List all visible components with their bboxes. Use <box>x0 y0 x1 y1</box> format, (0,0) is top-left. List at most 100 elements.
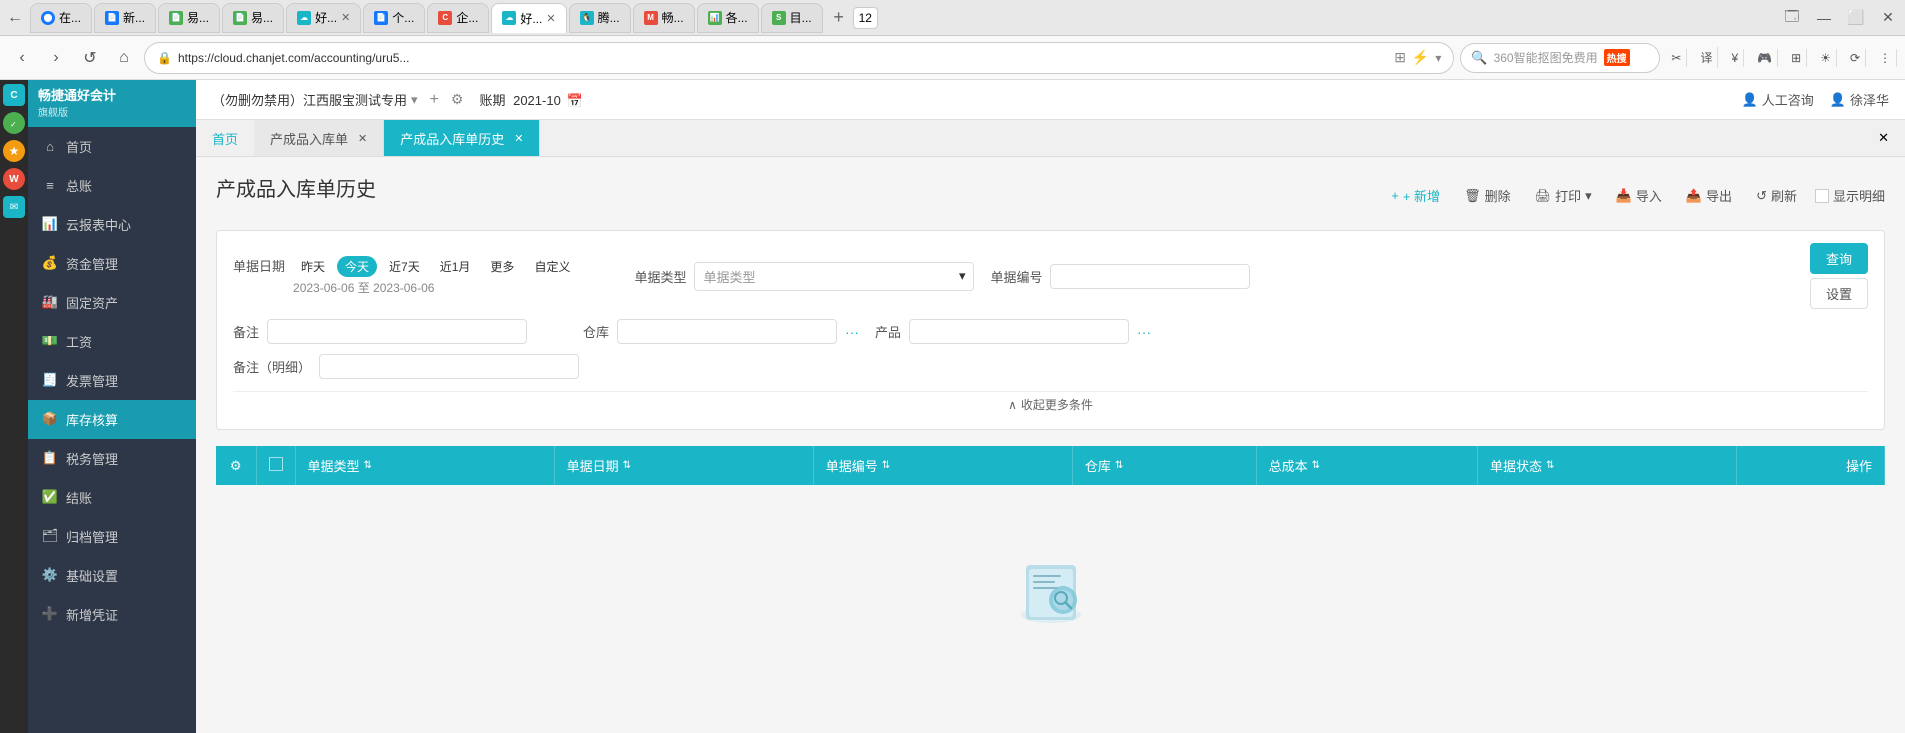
tab-6[interactable]: 📄 个... <box>363 3 425 33</box>
currency-tool[interactable]: ¥ <box>1726 49 1744 67</box>
user-avatar[interactable]: 👤 徐泽华 <box>1830 90 1889 109</box>
close-btn[interactable]: ✕ <box>1875 5 1901 31</box>
remark-input[interactable] <box>267 319 527 344</box>
scissors-tool[interactable]: ✂ <box>1666 49 1687 67</box>
restore-btn[interactable]: 🗔 <box>1779 5 1805 31</box>
new-label: + 新增 <box>1403 186 1440 205</box>
user-service-btn[interactable]: 👤 人工咨询 <box>1742 90 1814 109</box>
forward-button[interactable]: › <box>42 44 70 72</box>
product-input[interactable] <box>909 319 1129 344</box>
app-icon-green[interactable]: ✓ <box>3 112 25 134</box>
th-doc-num[interactable]: 单据编号 ⇅ <box>813 446 1072 485</box>
th-gear[interactable]: ⚙ <box>216 446 256 485</box>
translate-tool[interactable]: 译 <box>1695 47 1718 68</box>
maximize-btn[interactable]: ⬜ <box>1843 5 1869 31</box>
minimize-btn[interactable]: — <box>1811 5 1837 31</box>
more-tool[interactable]: ⋮ <box>1874 49 1897 67</box>
sidebar-item-settings[interactable]: ⚙️ 基础设置 <box>28 556 196 595</box>
sidebar-item-new-voucher[interactable]: ➕ 新增凭证 <box>28 595 196 634</box>
sidebar-item-inventory[interactable]: 📦 库存核算 <box>28 400 196 439</box>
archive-icon: 🗂 <box>42 528 58 544</box>
warehouse-input[interactable] <box>617 319 837 344</box>
doc-type-select[interactable]: 单据类型 ▾ <box>694 262 974 291</box>
game-tool[interactable]: 🎮 <box>1752 49 1778 67</box>
period-calendar-icon[interactable]: 📅 <box>566 93 582 108</box>
export-btn[interactable]: 📤 导出 <box>1680 182 1738 209</box>
th-doc-status[interactable]: 单据状态 ⇅ <box>1478 446 1737 485</box>
refresh-btn[interactable]: ↺ 刷新 <box>1750 182 1803 209</box>
query-button[interactable]: 查询 <box>1810 243 1868 274</box>
sidebar-item-home[interactable]: ⌂ 首页 <box>28 127 196 166</box>
sidebar-item-assets[interactable]: 🏭 固定资产 <box>28 283 196 322</box>
print-btn[interactable]: 🖨 打印 ▾ <box>1529 182 1598 209</box>
grid-tool[interactable]: ⊞ <box>1786 49 1807 67</box>
add-company-btn[interactable]: + <box>426 91 443 109</box>
remark-detail-input[interactable] <box>319 354 579 379</box>
tab-2[interactable]: 📄 新... <box>94 3 156 33</box>
tab-11[interactable]: 📊 各... <box>697 3 759 33</box>
sidebar-item-invoice[interactable]: 🧾 发票管理 <box>28 361 196 400</box>
date-btn-1month[interactable]: 近1月 <box>432 256 479 277</box>
th-doc-type[interactable]: 单据类型 ⇅ <box>295 446 554 485</box>
date-btn-today[interactable]: 今天 <box>337 256 377 277</box>
doc-num-input[interactable] <box>1050 264 1250 289</box>
date-btn-more[interactable]: 更多 <box>482 256 522 277</box>
tab-1[interactable]: ⬤ 在... <box>30 3 92 33</box>
settings-button[interactable]: 设置 <box>1810 278 1868 309</box>
app-icon-mail[interactable]: ✉ <box>3 196 25 218</box>
sidebar-item-salary[interactable]: 💵 工资 <box>28 322 196 361</box>
tab-12[interactable]: S 目... <box>761 3 823 33</box>
search-bar[interactable]: 🔍 360智能抠图免费用 热搜 <box>1460 43 1660 73</box>
home-button[interactable]: ⌂ <box>110 44 138 72</box>
reload-button[interactable]: ↺ <box>76 44 104 72</box>
app-icon-weibo[interactable]: W <box>3 168 25 190</box>
tab-9[interactable]: 🐧 腾... <box>569 3 631 33</box>
topbar-company-selector[interactable]: （勿删勿禁用）江西服宝测试专用 ▾ <box>212 90 418 109</box>
display-detail-checkbox[interactable]: 显示明细 <box>1815 186 1885 205</box>
warehouse-more-icon[interactable]: ··· <box>845 324 859 340</box>
app-icon-chanjet[interactable]: C <box>3 84 25 106</box>
tab-10[interactable]: M 畅... <box>633 3 695 33</box>
back-button[interactable]: ‹ <box>8 44 36 72</box>
sidebar-item-archive[interactable]: 🗂 归档管理 <box>28 517 196 556</box>
theme-tool[interactable]: ☀ <box>1815 49 1837 67</box>
delete-btn[interactable]: 🗑 删除 <box>1458 182 1517 209</box>
sidebar-item-ledger[interactable]: ≡ 总账 <box>28 166 196 205</box>
product-more-icon[interactable]: ··· <box>1137 324 1151 340</box>
url-bar[interactable]: 🔒 https://cloud.chanjet.com/accounting/u… <box>144 42 1454 74</box>
browser-back-btn[interactable]: ← <box>4 7 26 29</box>
panel-close-x[interactable]: ✕ <box>1878 130 1905 146</box>
sidebar-item-tax[interactable]: 📋 税务管理 <box>28 439 196 478</box>
page-tab-1-close[interactable]: ✕ <box>358 132 367 145</box>
sidebar-item-fund[interactable]: 💰 资金管理 <box>28 244 196 283</box>
th-warehouse[interactable]: 仓库 ⇅ <box>1072 446 1256 485</box>
app-icon-star[interactable]: ★ <box>3 140 25 162</box>
tab-5[interactable]: ☁ 好... ✕ <box>286 3 361 33</box>
import-btn[interactable]: 📥 导入 <box>1610 182 1668 209</box>
date-btn-yesterday[interactable]: 昨天 <box>293 256 333 277</box>
sidebar-item-report[interactable]: 📊 云报表中心 <box>28 205 196 244</box>
page-tab-1[interactable]: 产成品入库单 ✕ <box>254 120 384 156</box>
page-tab-2-active[interactable]: 产成品入库单历史 ✕ <box>384 120 540 156</box>
collapse-btn[interactable]: ∧ 收起更多条件 <box>233 391 1868 417</box>
th-doc-date[interactable]: 单据日期 ⇅ <box>554 446 813 485</box>
date-btn-7days[interactable]: 近7天 <box>381 256 428 277</box>
company-settings-btn[interactable]: ⚙ <box>451 91 464 108</box>
tab-count-badge[interactable]: 12 <box>853 7 878 29</box>
th-total-cost[interactable]: 总成本 ⇅ <box>1256 446 1477 485</box>
tab-3[interactable]: 📄 易... <box>158 3 220 33</box>
new-tab-button[interactable]: + <box>825 4 853 32</box>
tab-8-close[interactable]: ✕ <box>546 12 555 25</box>
new-btn[interactable]: + + 新增 <box>1385 182 1446 209</box>
sidebar-item-assets-label: 固定资产 <box>66 293 118 312</box>
tab-7[interactable]: C 企... <box>427 3 489 33</box>
page-tab-2-close[interactable]: ✕ <box>514 132 523 145</box>
breadcrumb-home[interactable]: 首页 <box>212 129 238 148</box>
sync-tool[interactable]: ⟳ <box>1845 49 1866 67</box>
tab-8-active[interactable]: ☁ 好... ✕ <box>491 3 566 33</box>
sidebar-item-checkout[interactable]: ✅ 结账 <box>28 478 196 517</box>
tab-4[interactable]: 📄 易... <box>222 3 284 33</box>
date-btn-custom[interactable]: 自定义 <box>526 256 578 277</box>
th-checkbox[interactable] <box>256 446 295 485</box>
tab-5-close[interactable]: ✕ <box>341 11 350 24</box>
